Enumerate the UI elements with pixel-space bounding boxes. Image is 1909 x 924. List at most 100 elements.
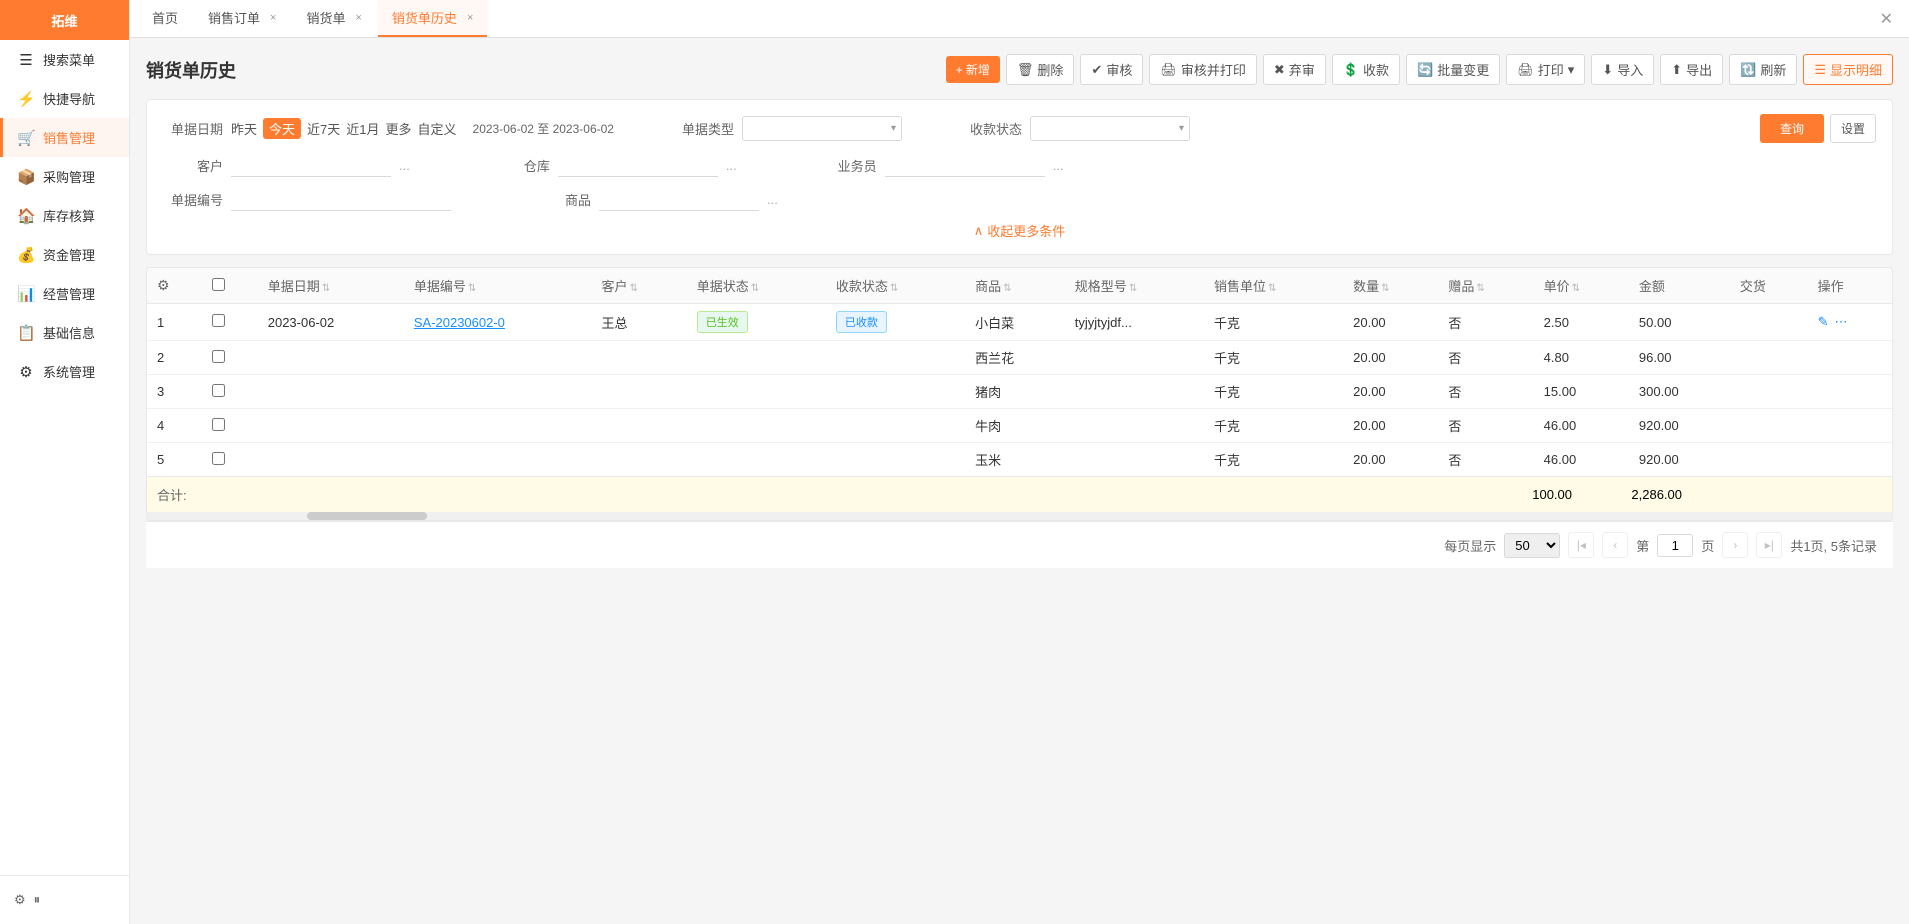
settings-button[interactable]: 设置 <box>1830 114 1876 143</box>
th-gift[interactable]: 赠品⇅ <box>1438 268 1533 304</box>
shortcut-1month[interactable]: 近1月 <box>346 119 379 138</box>
tab-sales-goods[interactable]: 销货单 × <box>292 0 375 37</box>
next-page-button[interactable]: › <box>1722 532 1748 558</box>
payment-status-select[interactable] <box>1030 116 1190 141</box>
sidebar-item-basic-info[interactable]: 📋 基础信息 <box>0 313 129 352</box>
edit-action-icon[interactable]: ✎ <box>1818 314 1829 330</box>
row-checkbox-cell[interactable] <box>202 443 258 477</box>
doc-type-select[interactable] <box>742 116 902 141</box>
sidebar-item-purchase-mgmt[interactable]: 📦 采购管理 <box>0 157 129 196</box>
tab-close-sales-order[interactable]: × <box>270 12 276 24</box>
th-customer[interactable]: 客户⇅ <box>591 268 686 304</box>
show-detail-button[interactable]: ☰ 显示明细 <box>1803 54 1893 85</box>
horizontal-scrollbar[interactable] <box>147 512 1892 520</box>
row-checkbox-cell[interactable] <box>202 341 258 375</box>
th-transaction[interactable]: 交货 <box>1730 268 1808 304</box>
actions-cell[interactable] <box>1808 443 1892 477</box>
goods-input[interactable] <box>599 187 759 211</box>
doc-no-cell[interactable]: SA-20230602-0 <box>404 304 592 341</box>
salesperson-picker-icon[interactable]: ... <box>1053 158 1064 173</box>
last-page-button[interactable]: ▸| <box>1756 532 1782 558</box>
row-checkbox[interactable] <box>212 418 225 431</box>
th-goods[interactable]: 商品⇅ <box>965 268 1065 304</box>
actions-cell[interactable] <box>1808 341 1892 375</box>
shortcut-more[interactable]: 更多 <box>386 119 412 138</box>
pagination-bar: 每页显示 20 50 100 |◂ ‹ 第 页 › ▸| 共1页, 5条记录 <box>146 521 1893 568</box>
import-button[interactable]: ⬇ 导入 <box>1591 54 1654 85</box>
scrollbar-thumb[interactable] <box>307 512 427 520</box>
th-gear[interactable]: ⚙ <box>147 268 202 304</box>
th-checkbox[interactable] <box>202 268 258 304</box>
th-qty[interactable]: 数量⇅ <box>1343 268 1438 304</box>
doc-no-cell[interactable] <box>404 375 592 409</box>
row-checkbox-cell[interactable] <box>202 409 258 443</box>
collapse-row[interactable]: ∧ 收起更多条件 <box>163 221 1876 240</box>
warehouse-input[interactable] <box>558 153 718 177</box>
th-spec[interactable]: 规格型号⇅ <box>1065 268 1204 304</box>
audit-button[interactable]: ✔ 审核 <box>1080 54 1143 85</box>
sidebar-item-sales-mgmt[interactable]: 🛒 销售管理 <box>0 118 129 157</box>
shortcut-today[interactable]: 今天 <box>263 118 301 139</box>
sidebar-item-operations-mgmt[interactable]: 📊 经营管理 <box>0 274 129 313</box>
export-button[interactable]: ⬆ 导出 <box>1660 54 1723 85</box>
sidebar-item-search-menu[interactable]: ☰ 搜索菜单 <box>0 40 129 79</box>
collect-button[interactable]: 💲 收款 <box>1332 54 1400 85</box>
table-gear-icon[interactable]: ⚙ <box>157 277 170 293</box>
doc-no-link[interactable]: SA-20230602-0 <box>414 315 505 330</box>
doc-no-cell[interactable] <box>404 341 592 375</box>
page-size-select[interactable]: 20 50 100 <box>1504 533 1560 558</box>
batch-change-button[interactable]: 🔄 批量变更 <box>1406 54 1500 85</box>
customer-picker-icon[interactable]: ... <box>399 158 410 173</box>
select-all-checkbox[interactable] <box>212 278 225 291</box>
th-doc-date[interactable]: 单据日期⇅ <box>258 268 404 304</box>
query-button[interactable]: 查询 <box>1760 114 1824 143</box>
more-action-icon[interactable]: ⋯ <box>1834 314 1847 330</box>
delete-button[interactable]: 🗑 删除 <box>1006 54 1075 85</box>
row-checkbox[interactable] <box>212 384 225 397</box>
row-checkbox[interactable] <box>212 350 225 363</box>
audit-print-button[interactable]: 🖨 审核并打印 <box>1149 54 1257 85</box>
shortcut-7days[interactable]: 近7天 <box>307 119 340 138</box>
tab-close-sales-goods[interactable]: × <box>355 12 361 24</box>
row-checkbox[interactable] <box>212 314 225 327</box>
salesperson-input[interactable] <box>885 153 1045 177</box>
th-payment-status[interactable]: 收款状态⇅ <box>826 268 965 304</box>
first-page-button[interactable]: |◂ <box>1568 532 1594 558</box>
new-button[interactable]: + 新增 <box>946 56 1000 83</box>
row-checkbox[interactable] <box>212 452 225 465</box>
th-unit-price[interactable]: 单价⇅ <box>1534 268 1629 304</box>
tab-home[interactable]: 首页 <box>138 0 192 37</box>
tab-sales-order[interactable]: 销售订单 × <box>194 0 290 37</box>
prev-page-button[interactable]: ‹ <box>1602 532 1628 558</box>
th-doc-no[interactable]: 单据编号⇅ <box>404 268 592 304</box>
goods-picker-icon[interactable]: ... <box>767 192 778 207</box>
tab-bar-close-btn[interactable]: ✕ <box>1872 5 1901 33</box>
sidebar-item-finance-mgmt[interactable]: 💰 资金管理 <box>0 235 129 274</box>
th-amount[interactable]: 金额 <box>1629 268 1730 304</box>
shortcut-yesterday[interactable]: 昨天 <box>231 119 257 138</box>
actions-cell[interactable] <box>1808 409 1892 443</box>
th-unit[interactable]: 销售单位⇅ <box>1204 268 1343 304</box>
tab-close-sales-history[interactable]: × <box>467 12 473 24</box>
warehouse-picker-icon[interactable]: ... <box>726 158 737 173</box>
sidebar-item-quick-nav[interactable]: ⚡ 快捷导航 <box>0 79 129 118</box>
print-button[interactable]: 🖨 打印 ▾ <box>1506 54 1585 85</box>
sidebar-item-system-mgmt[interactable]: ⚙ 系统管理 <box>0 352 129 391</box>
doc-no-cell[interactable] <box>404 443 592 477</box>
tab-sales-history[interactable]: 销货单历史 × <box>378 0 487 37</box>
abandon-button[interactable]: ✖ 弃审 <box>1263 54 1326 85</box>
refresh-button[interactable]: 🔃 刷新 <box>1729 54 1797 85</box>
sidebar-bottom-settings[interactable]: ⚙ ⏸ <box>0 884 129 916</box>
sidebar-item-inventory[interactable]: 🏠 库存核算 <box>0 196 129 235</box>
shortcut-custom[interactable]: 自定义 <box>418 119 457 138</box>
actions-cell[interactable]: ✎⋯ <box>1808 304 1892 341</box>
th-doc-status[interactable]: 单据状态⇅ <box>687 268 826 304</box>
current-page-input[interactable] <box>1657 534 1693 557</box>
action-btns: ✎⋯ <box>1818 314 1882 330</box>
row-checkbox-cell[interactable] <box>202 375 258 409</box>
actions-cell[interactable] <box>1808 375 1892 409</box>
customer-input[interactable] <box>231 153 391 177</box>
row-checkbox-cell[interactable] <box>202 304 258 341</box>
doc-no-cell[interactable] <box>404 409 592 443</box>
doc-no-input[interactable] <box>231 187 451 211</box>
